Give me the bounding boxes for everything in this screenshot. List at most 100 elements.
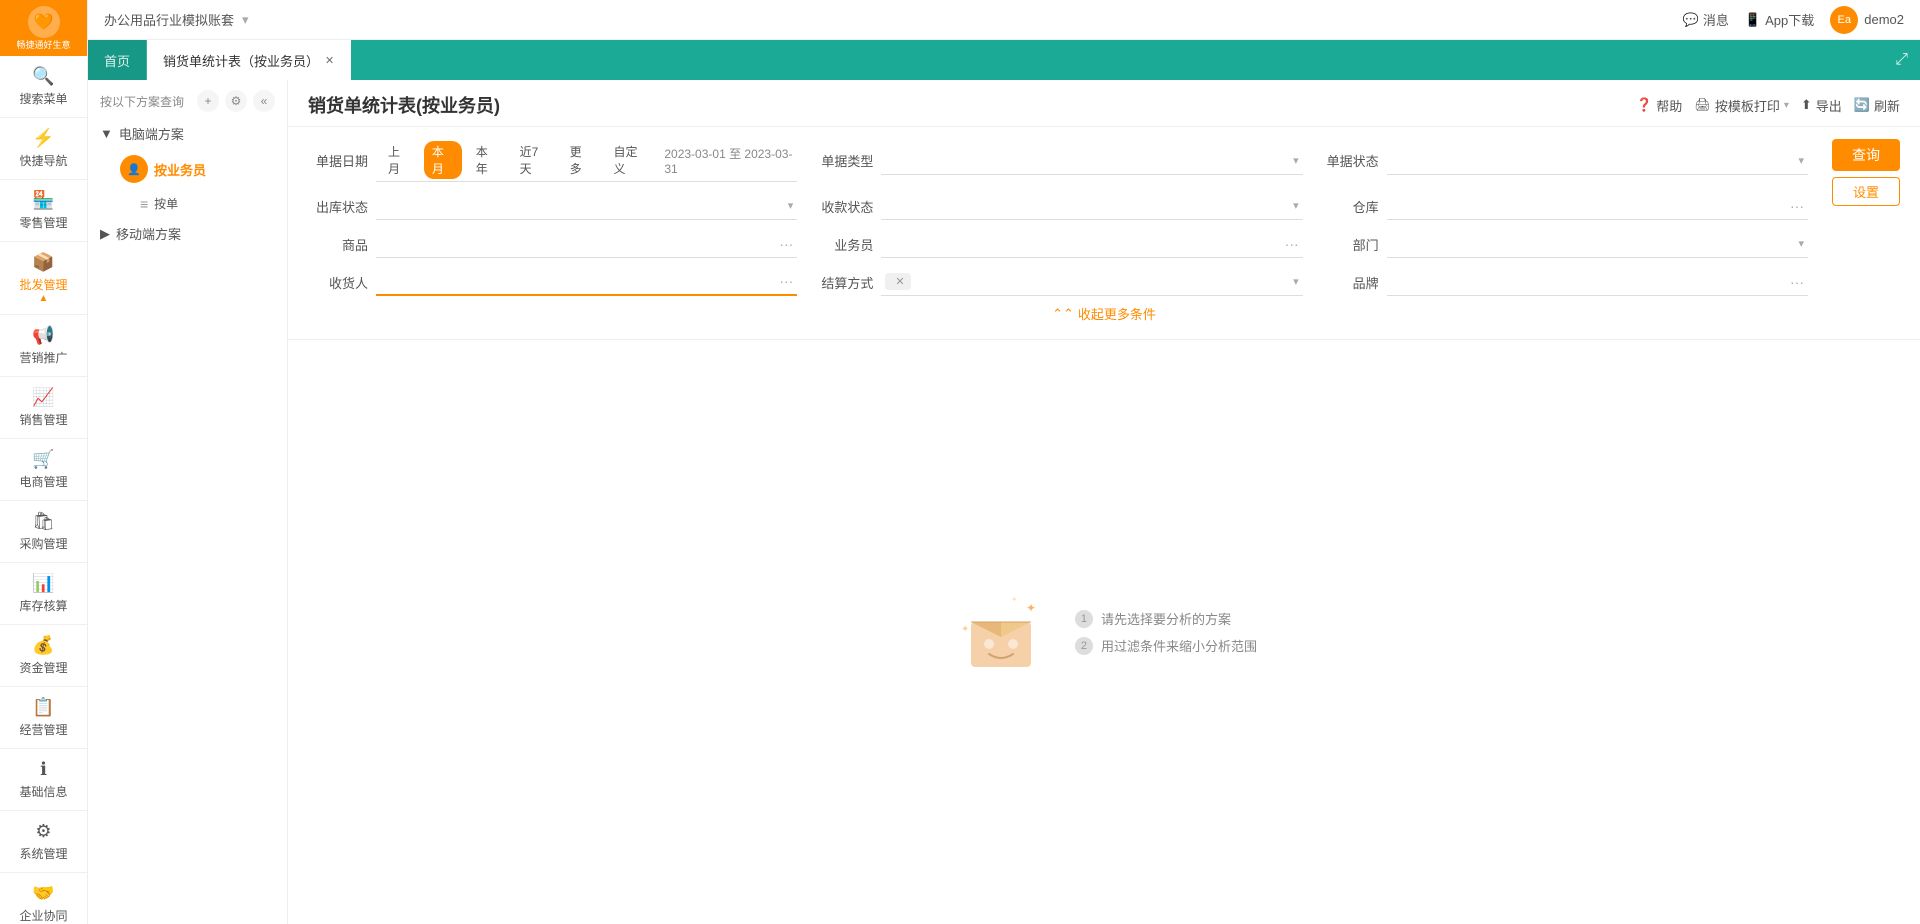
sidebar-item-sales[interactable]: 📈 销售管理 bbox=[0, 377, 87, 439]
date-range-text: 2023-03-01 至 2023-03-31 bbox=[664, 145, 793, 176]
tree-label-desktop: 电脑端方案 bbox=[119, 124, 184, 143]
tab-close-icon[interactable]: ✕ bbox=[325, 54, 334, 67]
filter-date-cell: 单据日期 上月 本月 本年 近7天 更多 自定义 bbox=[308, 139, 797, 182]
tree-sub-child-order-label: 按单 bbox=[154, 195, 178, 212]
outbound-label: 出库状态 bbox=[308, 197, 368, 216]
settings-scheme-btn[interactable]: ⚙ bbox=[225, 90, 247, 112]
wholesale-icon: 📦 bbox=[32, 252, 54, 273]
sidebar-item-inventory[interactable]: 📊 库存核算 bbox=[0, 563, 87, 625]
doc-status-control[interactable]: ▾ bbox=[1387, 147, 1808, 175]
recipient-control[interactable]: ··· bbox=[376, 268, 797, 296]
settlement-control[interactable]: ✕ ▾ bbox=[881, 268, 1302, 296]
export-btn[interactable]: ⬆ 导出 bbox=[1801, 96, 1842, 115]
sidebar-item-wholesale[interactable]: 📦 批发管理 ▲ bbox=[0, 242, 87, 315]
sidebar-item-finance[interactable]: 💰 资金管理 bbox=[0, 625, 87, 687]
settings-btn[interactable]: 设置 bbox=[1832, 177, 1900, 206]
department-label: 部门 bbox=[1319, 235, 1379, 254]
date-btn-7days[interactable]: 近7天 bbox=[512, 141, 556, 179]
settlement-tag-close[interactable]: ✕ bbox=[895, 275, 904, 288]
brand-control[interactable]: ··· bbox=[1387, 268, 1808, 296]
app-download-btn[interactable]: 📱 App下载 bbox=[1745, 10, 1814, 29]
help-label: 帮助 bbox=[1656, 96, 1682, 115]
date-filter-control[interactable]: 上月 本月 本年 近7天 更多 自定义 2023-03-01 至 2023-03… bbox=[376, 139, 797, 182]
empty-lines: 1 请先选择要分析的方案 2 用过滤条件来缩小分析范围 bbox=[1075, 609, 1257, 655]
sidebar-item-basic[interactable]: ℹ 基础信息 bbox=[0, 749, 87, 811]
date-btn-more[interactable]: 更多 bbox=[562, 141, 600, 179]
sidebar: 🧡 畅捷通好生意 🔍 搜索菜单 ⚡ 快捷导航 🏪 零售管理 📦 批发管理 ▲ 📢… bbox=[0, 0, 88, 924]
tab-expand-btn[interactable]: ⤢ bbox=[1895, 51, 1908, 69]
date-btn-this-year[interactable]: 本年 bbox=[468, 141, 506, 179]
department-arrow: ▾ bbox=[1798, 237, 1804, 250]
payment-control[interactable]: ▾ bbox=[881, 192, 1302, 220]
date-btn-custom[interactable]: 自定义 bbox=[606, 141, 655, 179]
goods-control[interactable]: ··· bbox=[376, 230, 797, 258]
refresh-btn[interactable]: 🔄 刷新 bbox=[1854, 96, 1900, 115]
tree-child-by-salesperson[interactable]: 👤 按业务员 bbox=[88, 149, 287, 189]
query-btn[interactable]: 查询 bbox=[1832, 139, 1900, 171]
left-panel-header: 按以下方案查询 + ⚙ « bbox=[88, 80, 287, 118]
avatar-text: Ea bbox=[1838, 14, 1851, 26]
payment-label: 收款状态 bbox=[813, 197, 873, 216]
warehouse-control[interactable]: ··· bbox=[1387, 192, 1808, 220]
help-btn[interactable]: ❓ 帮助 bbox=[1636, 96, 1682, 115]
add-scheme-btn[interactable]: + bbox=[197, 90, 219, 112]
payment-arrow: ▾ bbox=[1293, 199, 1299, 212]
message-icon: 💬 bbox=[1683, 12, 1699, 28]
phone-icon: 📱 bbox=[1745, 12, 1761, 28]
tab-home[interactable]: 首页 bbox=[88, 40, 147, 80]
collapse-scheme-btn[interactable]: « bbox=[253, 90, 275, 112]
outbound-control[interactable]: ▾ bbox=[376, 192, 797, 220]
shortcut-icon: ⚡ bbox=[32, 128, 54, 149]
svg-text:✦: ✦ bbox=[1011, 595, 1018, 604]
message-btn[interactable]: 💬 消息 bbox=[1683, 10, 1729, 29]
sidebar-item-retail[interactable]: 🏪 零售管理 bbox=[0, 180, 87, 242]
template-print-btn[interactable]: 🖨 按模板打印 ▾ bbox=[1694, 96, 1789, 115]
doc-type-arrow: ▾ bbox=[1293, 154, 1299, 167]
collapse-btn[interactable]: ⌃⌃ 收起更多条件 bbox=[308, 300, 1900, 327]
print-icon: 🖨 bbox=[1694, 97, 1711, 113]
department-control[interactable]: ▾ bbox=[1387, 230, 1808, 258]
template-print-label: 按模板打印 bbox=[1715, 96, 1780, 115]
date-btn-last-month[interactable]: 上月 bbox=[380, 141, 418, 179]
sidebar-item-system[interactable]: ⚙ 系统管理 bbox=[0, 811, 87, 873]
empty-num-1: 1 bbox=[1075, 610, 1093, 628]
brand-dots: ··· bbox=[1790, 274, 1804, 290]
salesperson-control[interactable]: ··· bbox=[881, 230, 1302, 258]
svg-text:✦: ✦ bbox=[961, 624, 969, 635]
user-area[interactable]: Ea demo2 bbox=[1830, 6, 1904, 34]
active-salesperson-dot: 👤 bbox=[120, 155, 148, 183]
header-right: 💬 消息 📱 App下载 Ea demo2 bbox=[1683, 6, 1904, 34]
sidebar-item-shortcut[interactable]: ⚡ 快捷导航 bbox=[0, 118, 87, 180]
date-btn-this-month[interactable]: 本月 bbox=[424, 141, 462, 179]
tab-actions: ⤢ bbox=[1883, 40, 1920, 80]
filter-payment-cell: 收款状态 ▾ bbox=[813, 192, 1302, 220]
sidebar-item-ecommerce[interactable]: 🛒 电商管理 bbox=[0, 439, 87, 501]
empty-inner: ✦ ✦ ✦ 1 请先选择要分析的方案 2 用过滤条件来缩小分析范围 bbox=[951, 582, 1257, 682]
avatar: Ea bbox=[1830, 6, 1858, 34]
doc-type-control[interactable]: ▾ bbox=[881, 147, 1302, 175]
tree-parent-mobile[interactable]: ▶ 移动端方案 bbox=[88, 218, 287, 249]
salesperson-label: 业务员 bbox=[813, 235, 873, 254]
sidebar-item-enterprise[interactable]: 🤝 企业协同 bbox=[0, 873, 87, 924]
logo: 🧡 畅捷通好生意 bbox=[0, 0, 88, 56]
system-icon: ⚙ bbox=[35, 821, 51, 842]
sidebar-item-operations[interactable]: 📋 经营管理 bbox=[0, 687, 87, 749]
header-left: 办公用品行业模拟账套 ▾ bbox=[104, 10, 249, 29]
collapse-label: 收起更多条件 bbox=[1078, 304, 1156, 323]
sidebar-item-shortcut-label: 快捷导航 bbox=[19, 152, 67, 169]
chevron-up-icon: ⌃⌃ bbox=[1052, 306, 1074, 322]
query-btn-area: 查询 设置 bbox=[1816, 139, 1900, 206]
sidebar-item-search[interactable]: 🔍 搜索菜单 bbox=[0, 56, 87, 118]
print-arrow: ▾ bbox=[1784, 100, 1789, 111]
sidebar-item-operations-label: 经营管理 bbox=[19, 721, 67, 738]
sidebar-item-retail-label: 零售管理 bbox=[19, 214, 67, 231]
finance-icon: 💰 bbox=[32, 635, 54, 656]
breadcrumb-arrow[interactable]: ▾ bbox=[242, 12, 249, 28]
tree-sub-child-by-order[interactable]: ≡ 按单 bbox=[88, 189, 287, 218]
tree-parent-desktop[interactable]: ▼ 电脑端方案 bbox=[88, 118, 287, 149]
tab-sales-report[interactable]: 销货单统计表（按业务员） ✕ bbox=[147, 40, 351, 80]
sidebar-item-purchase[interactable]: 🛍 采购管理 bbox=[0, 501, 87, 563]
sidebar-item-marketing[interactable]: 📢 营销推广 bbox=[0, 315, 87, 377]
export-label: 导出 bbox=[1816, 96, 1842, 115]
filter-salesperson-cell: 业务员 ··· bbox=[813, 230, 1302, 258]
